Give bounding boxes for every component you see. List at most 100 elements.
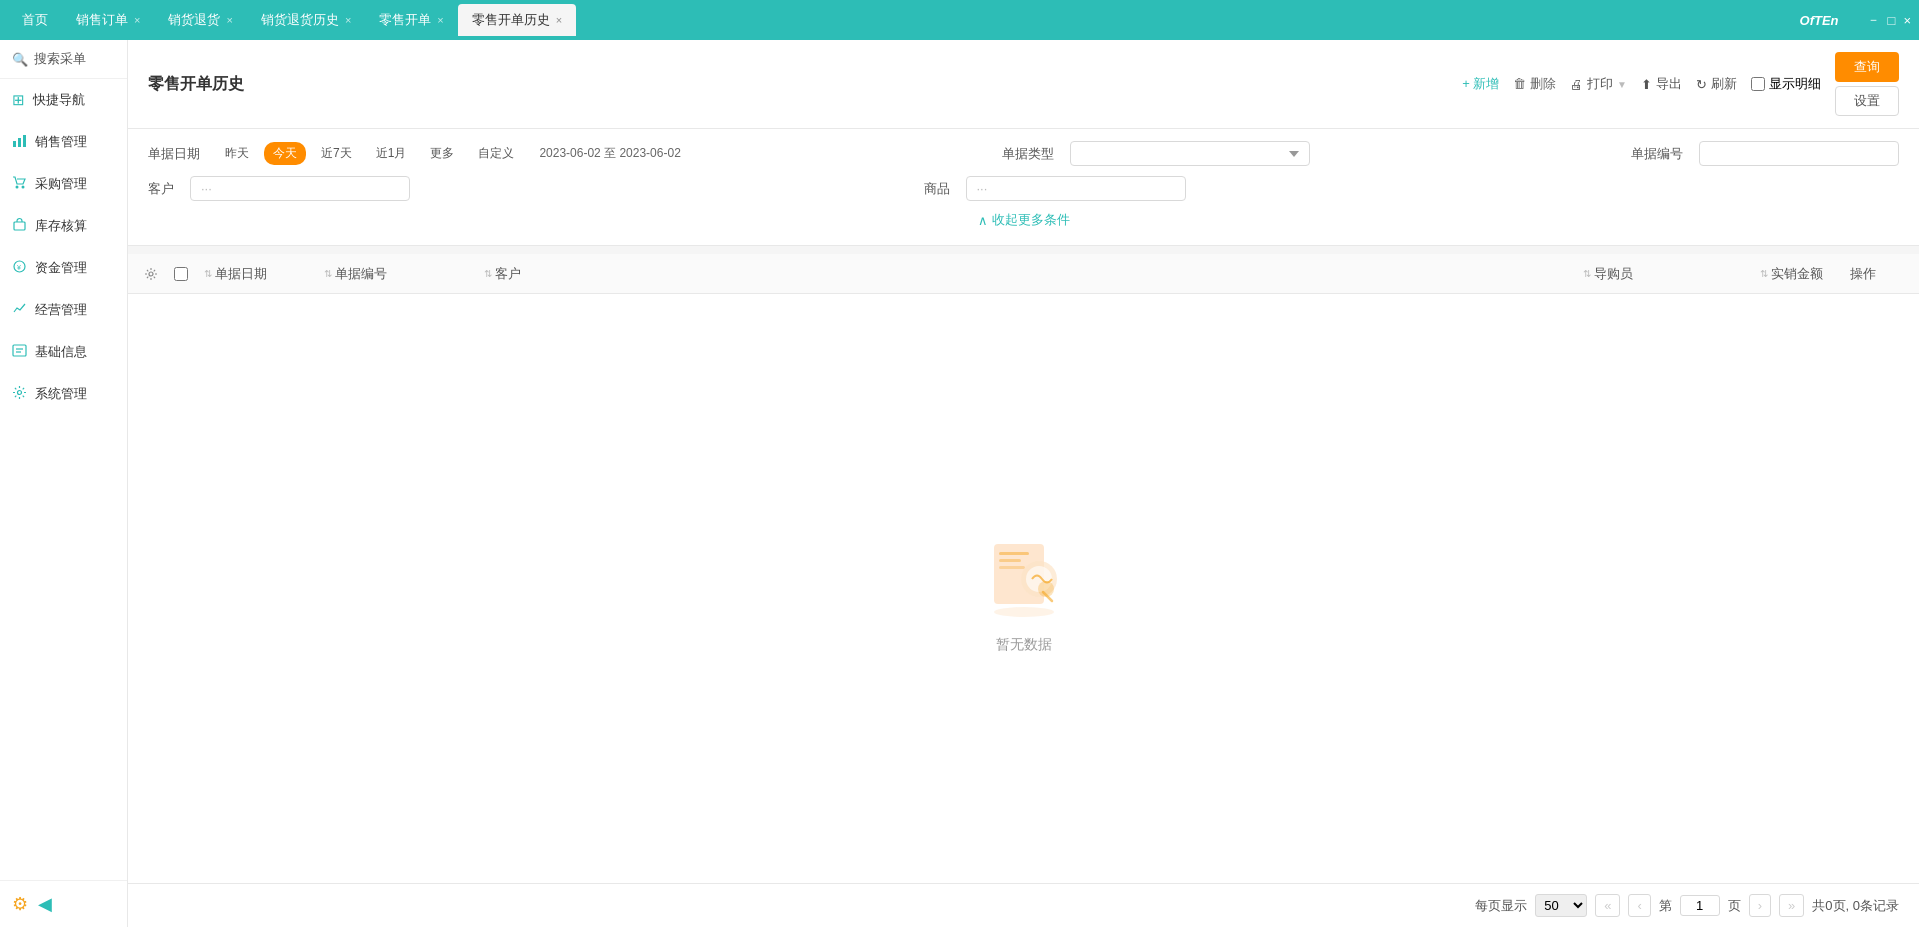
query-button[interactable]: 查询 [1835, 52, 1899, 82]
tab-sales-return-history[interactable]: 销货退货历史 × [247, 4, 365, 36]
add-button[interactable]: + 新增 [1462, 75, 1499, 93]
settings-footer-icon[interactable]: ⚙ [12, 893, 28, 915]
date-btn-7days[interactable]: 近7天 [312, 142, 361, 165]
first-page-btn[interactable]: « [1595, 894, 1620, 917]
svg-point-3 [16, 186, 19, 189]
table-header: ⇅ 单据日期 ⇅ 单据编号 ⇅ 客户 ⇅ 导购员 ⇅ 实销金额 [128, 254, 1919, 294]
print-button[interactable]: 🖨 打印 ▼ [1570, 75, 1627, 93]
sidebar-item-basic-info[interactable]: 基础信息 [0, 331, 127, 373]
print-dropdown-icon[interactable]: ▼ [1617, 79, 1627, 90]
purchase-mgmt-icon [12, 175, 27, 193]
collapse-icon: ∧ [978, 213, 988, 228]
sort-icon-billno[interactable]: ⇅ [324, 268, 332, 279]
customer-label: 客户 [148, 180, 174, 198]
page-input[interactable] [1680, 895, 1720, 916]
prev-page-btn[interactable]: ‹ [1628, 894, 1650, 917]
date-btn-1month[interactable]: 近1月 [367, 142, 416, 165]
sidebar: 🔍 搜索采单 ⊞ 快捷导航 销售管理 采购管理 库存核算 [0, 40, 128, 927]
bill-type-label: 单据类型 [1002, 145, 1054, 163]
date-btn-more[interactable]: 更多 [421, 142, 463, 165]
sales-mgmt-icon [12, 133, 27, 151]
close-tab-sales-return-history[interactable]: × [345, 14, 351, 26]
collapse-sidebar-icon[interactable]: ◀ [38, 893, 52, 915]
last-page-btn[interactable]: » [1779, 894, 1804, 917]
export-icon: ⬆ [1641, 77, 1652, 92]
svg-rect-8 [13, 345, 26, 356]
export-button[interactable]: ⬆ 导出 [1641, 75, 1682, 93]
sidebar-item-operations[interactable]: 经营管理 [0, 289, 127, 331]
tab-home[interactable]: 首页 [8, 4, 62, 36]
tab-bar: 首页 销售订单 × 销货退货 × 销货退货历史 × 零售开单 × 零售开单历史 … [0, 0, 1919, 40]
basic-info-icon [12, 343, 27, 361]
tab-retail-open-history[interactable]: 零售开单历史 × [458, 4, 576, 36]
svg-point-4 [22, 186, 25, 189]
th-customer: ⇅ 客户 [484, 265, 1583, 283]
sidebar-item-sales-mgmt[interactable]: 销售管理 [0, 121, 127, 163]
th-date: ⇅ 单据日期 [204, 265, 324, 283]
delete-button[interactable]: 🗑 删除 [1513, 75, 1556, 93]
system-icon [12, 385, 27, 403]
filter-area: 单据日期 昨天 今天 近7天 近1月 更多 自定义 2023-06-02 至 2… [128, 129, 1919, 246]
sidebar-item-finance[interactable]: ¥ 资金管理 [0, 247, 127, 289]
bill-no-input[interactable] [1699, 141, 1899, 166]
filter-settings-button[interactable]: 设置 [1835, 86, 1899, 116]
th-amount: ⇅ 实销金额 [1703, 265, 1823, 283]
sidebar-item-inventory[interactable]: 库存核算 [0, 205, 127, 247]
select-all-checkbox[interactable] [174, 267, 188, 281]
tab-sales-return[interactable]: 销货退货 × [154, 4, 246, 36]
filter-row-1: 单据日期 昨天 今天 近7天 近1月 更多 自定义 2023-06-02 至 2… [148, 141, 1899, 166]
content-area: 零售开单历史 + 新增 🗑 删除 🖨 打印 ▼ ⬆ 导出 ↻ 刷新 [128, 40, 1919, 927]
close-tab-sales-order[interactable]: × [134, 14, 140, 26]
close-tab-retail-open[interactable]: × [437, 14, 443, 26]
sidebar-search[interactable]: 🔍 搜索采单 [0, 40, 127, 79]
sidebar-item-quick-nav[interactable]: ⊞ 快捷导航 [0, 79, 127, 121]
sidebar-item-system[interactable]: 系统管理 [0, 373, 127, 415]
sidebar-item-purchase-mgmt[interactable]: 采购管理 [0, 163, 127, 205]
minimize-btn[interactable]: － [1867, 11, 1880, 29]
svg-rect-0 [13, 141, 16, 147]
close-tab-sales-return[interactable]: × [226, 14, 232, 26]
refresh-button[interactable]: ↻ 刷新 [1696, 75, 1737, 93]
page-title: 零售开单历史 [148, 74, 244, 107]
th-check[interactable] [174, 267, 204, 281]
close-btn[interactable]: × [1903, 13, 1911, 28]
tab-sales-order[interactable]: 销售订单 × [62, 4, 154, 36]
per-page-select[interactable]: 50 10 20 100 [1535, 894, 1587, 917]
bill-type-select[interactable] [1070, 141, 1310, 166]
sort-icon-customer[interactable]: ⇅ [484, 268, 492, 279]
window-controls: OfTEn － □ × [1800, 11, 1911, 29]
toolbar: + 新增 🗑 删除 🖨 打印 ▼ ⬆ 导出 ↻ 刷新 显示明细 [1462, 52, 1899, 128]
refresh-icon: ↻ [1696, 77, 1707, 92]
svg-point-11 [18, 391, 22, 395]
display-detail-toggle[interactable]: 显示明细 [1751, 75, 1821, 93]
date-btn-custom[interactable]: 自定义 [469, 142, 523, 165]
sort-icon-date[interactable]: ⇅ [204, 268, 212, 279]
table-area: ⇅ 单据日期 ⇅ 单据编号 ⇅ 客户 ⇅ 导购员 ⇅ 实销金额 [128, 254, 1919, 883]
maximize-btn[interactable]: □ [1888, 13, 1896, 28]
date-btn-today[interactable]: 今天 [264, 142, 306, 165]
next-page-btn[interactable]: › [1749, 894, 1771, 917]
page-header: 零售开单历史 + 新增 🗑 删除 🖨 打印 ▼ ⬆ 导出 ↻ 刷新 [128, 40, 1919, 129]
svg-rect-17 [999, 566, 1025, 569]
svg-point-13 [994, 607, 1054, 617]
th-settings[interactable] [144, 267, 174, 281]
table-body: 暂无数据 [128, 294, 1919, 883]
filter-row-2: 客户 商品 [148, 176, 1899, 201]
svg-rect-15 [999, 552, 1029, 555]
display-detail-checkbox[interactable] [1751, 77, 1765, 91]
customer-input[interactable] [190, 176, 410, 201]
th-action: 操作 [1823, 265, 1903, 283]
svg-rect-1 [18, 138, 21, 147]
sort-icon-guide[interactable]: ⇅ [1583, 268, 1591, 279]
sort-icon-amount[interactable]: ⇅ [1760, 268, 1768, 279]
sidebar-footer: ⚙ ◀ [0, 880, 127, 927]
collapse-filter-btn[interactable]: ∧ 收起更多条件 [148, 211, 1899, 229]
total-info: 共0页, 0条记录 [1812, 897, 1899, 915]
goods-input[interactable] [966, 176, 1186, 201]
svg-rect-2 [23, 135, 26, 147]
date-btn-yesterday[interactable]: 昨天 [216, 142, 258, 165]
close-tab-retail-open-history[interactable]: × [556, 14, 562, 26]
quick-nav-icon: ⊞ [12, 91, 25, 109]
tab-retail-open[interactable]: 零售开单 × [365, 4, 457, 36]
print-icon: 🖨 [1570, 77, 1583, 92]
